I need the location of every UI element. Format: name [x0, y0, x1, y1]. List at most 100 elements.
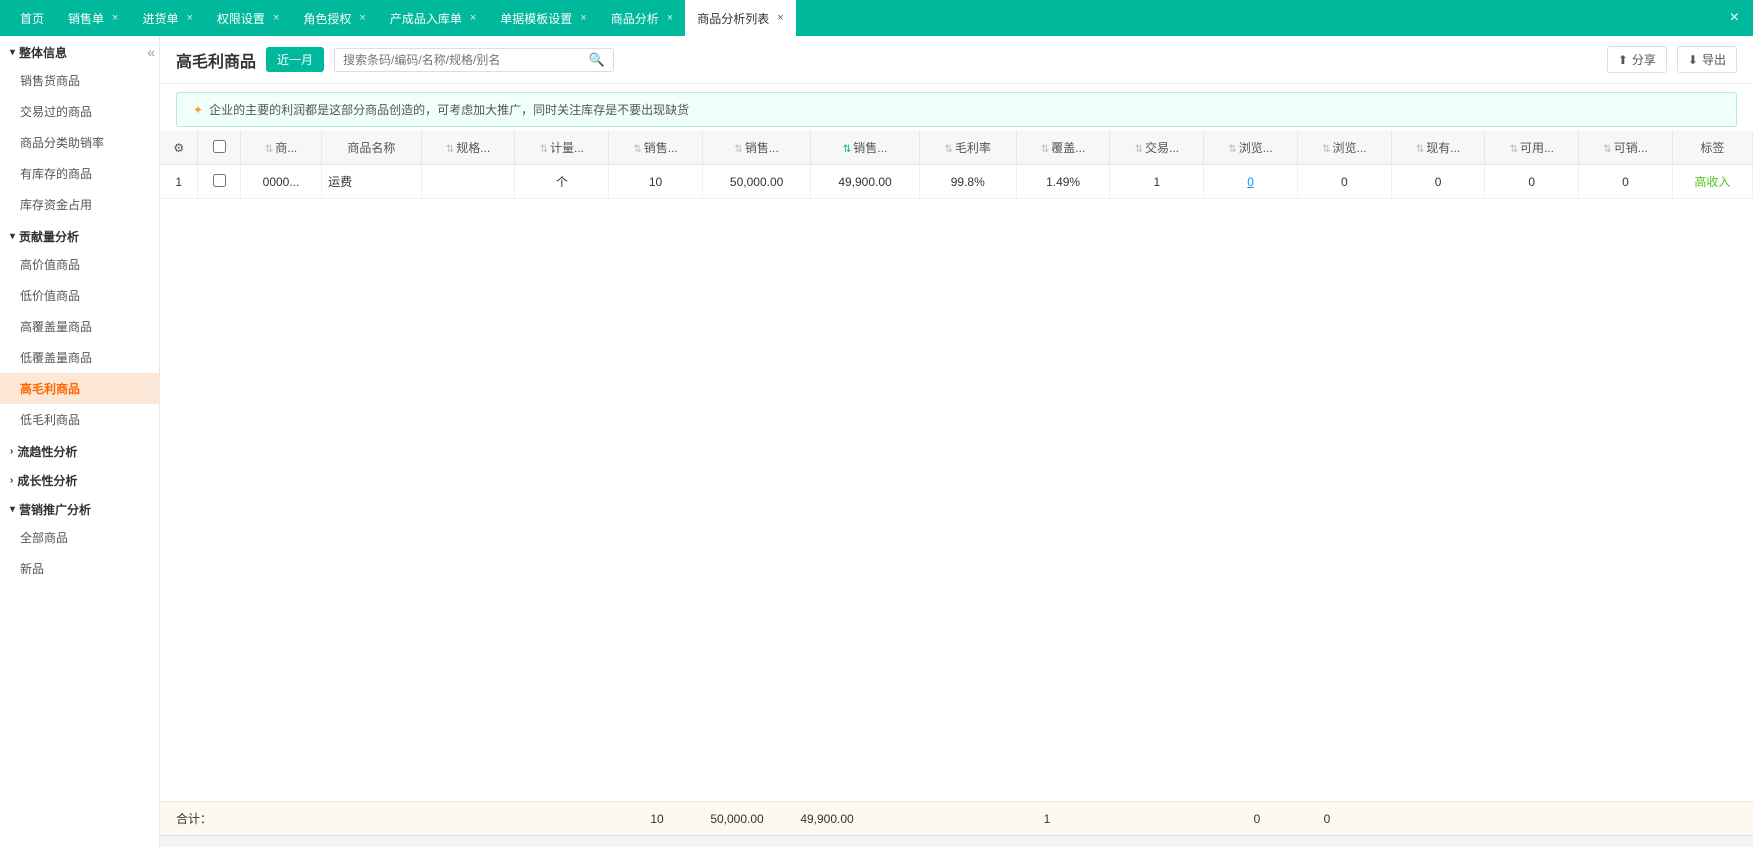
- nav-product-instock[interactable]: 产成品入库单 ×: [378, 0, 488, 36]
- info-bar: ✦ 企业的主要的利润都是这部分商品创造的，可考虑加大推广，同时关注库存是不要出现…: [176, 92, 1737, 127]
- bottom-scrollbar[interactable]: [160, 835, 1753, 847]
- nav-sales-close[interactable]: ×: [112, 12, 118, 24]
- col-browse2[interactable]: ⇅浏览...: [1297, 131, 1391, 165]
- nav-sales[interactable]: 销售单 ×: [56, 0, 130, 36]
- arrow-icon-2: ▾: [10, 231, 15, 242]
- cell-unit: 个: [515, 165, 609, 199]
- nav-home[interactable]: 首页: [8, 0, 56, 36]
- col-unit[interactable]: ⇅计量...: [515, 131, 609, 165]
- cell-name: 运费: [322, 165, 422, 199]
- filter-recent-month[interactable]: 近一月: [266, 47, 324, 72]
- sidebar-item-sales-goods[interactable]: 销售货商品: [0, 65, 159, 96]
- cell-spec: [421, 165, 515, 199]
- footer-trade: 1: [1012, 812, 1082, 826]
- col-trade[interactable]: ⇅交易...: [1110, 131, 1204, 165]
- cell-browse2: 0: [1297, 165, 1391, 199]
- nav-purchase-close[interactable]: ×: [186, 12, 192, 24]
- nav-permission[interactable]: 权限设置 ×: [205, 0, 291, 36]
- col-available[interactable]: ⇅可用...: [1485, 131, 1579, 165]
- footer-sales2: 50,000.00: [692, 812, 782, 826]
- col-gross-rate[interactable]: ⇅毛利率: [919, 131, 1016, 165]
- arrow-icon-3: ›: [10, 446, 13, 457]
- search-input[interactable]: [343, 53, 583, 67]
- footer-total: 合计： 10 50,000.00 49,900.00 1 0 0: [160, 801, 1753, 835]
- col-tag[interactable]: 标签: [1672, 131, 1752, 165]
- cell-current: 0: [1391, 165, 1485, 199]
- nav-template[interactable]: 单据模板设置 ×: [488, 0, 598, 36]
- col-checkbox[interactable]: [198, 131, 240, 165]
- sidebar-group-growth[interactable]: › 成长性分析: [0, 464, 159, 493]
- arrow-icon-5: ▾: [10, 504, 15, 515]
- sidebar-collapse-btn[interactable]: «: [147, 44, 155, 60]
- cell-tag: 高收入: [1672, 165, 1752, 199]
- cell-gross-rate: 99.8%: [919, 165, 1016, 199]
- select-all-checkbox[interactable]: [213, 140, 226, 153]
- footer-current: 0: [1222, 812, 1292, 826]
- page-title: 高毛利商品: [176, 48, 256, 72]
- sidebar-group-trend[interactable]: › 流趋性分析: [0, 435, 159, 464]
- sidebar-item-low-value[interactable]: 低价值商品: [0, 280, 159, 311]
- export-button[interactable]: ⬇ 导出: [1677, 46, 1737, 73]
- row-checkbox[interactable]: [213, 174, 226, 187]
- sidebar-item-low-coverage[interactable]: 低覆盖量商品: [0, 342, 159, 373]
- col-browse1[interactable]: ⇅浏览...: [1204, 131, 1298, 165]
- nav-purchase[interactable]: 进货单 ×: [130, 0, 204, 36]
- main-content: 高毛利商品 近一月 🔍 ⬆ 分享 ⬇ 导出 ✦ 企业的主要的利润都是这部分商品创…: [160, 36, 1753, 847]
- nav-product-instock-close[interactable]: ×: [470, 12, 476, 24]
- col-sales3[interactable]: ⇅销售...: [811, 131, 919, 165]
- sidebar-item-high-coverage[interactable]: 高覆盖量商品: [0, 311, 159, 342]
- share-button[interactable]: ⬆ 分享: [1607, 46, 1667, 73]
- share-icon: ⬆: [1618, 53, 1628, 67]
- cell-checkbox[interactable]: [198, 165, 240, 199]
- cell-browse1[interactable]: 0: [1204, 165, 1298, 199]
- search-box: 🔍: [334, 48, 614, 72]
- col-name[interactable]: 商品名称: [322, 131, 422, 165]
- col-spec[interactable]: ⇅规格...: [421, 131, 515, 165]
- nav-permission-close[interactable]: ×: [273, 12, 279, 24]
- export-icon: ⬇: [1688, 53, 1698, 67]
- sidebar-group-overall[interactable]: ▾ 整体信息: [0, 36, 159, 65]
- sidebar-item-high-value[interactable]: 高价值商品: [0, 249, 159, 280]
- top-navigation: 首页 销售单 × 进货单 × 权限设置 × 角色授权 × 产成品入库单 × 单据…: [0, 0, 1753, 36]
- cell-saleable: 0: [1579, 165, 1673, 199]
- data-table-container[interactable]: ⚙ ⇅商... 商品名称 ⇅规格... ⇅计量... ⇅销售... ⇅销售...…: [160, 131, 1753, 801]
- sidebar-item-all-goods[interactable]: 全部商品: [0, 522, 159, 553]
- col-settings[interactable]: ⚙: [160, 131, 198, 165]
- cell-trade: 1: [1110, 165, 1204, 199]
- sidebar-item-category-rate[interactable]: 商品分类助销率: [0, 127, 159, 158]
- table-row: 1 0000... 运费 个 10 50,000.00 49,900.00 99…: [160, 165, 1753, 199]
- nav-goods-analysis-close[interactable]: ×: [667, 12, 673, 24]
- nav-goods-analysis-list-close[interactable]: ×: [777, 12, 783, 24]
- nav-role[interactable]: 角色授权 ×: [291, 0, 377, 36]
- nav-goods-analysis-list[interactable]: 商品分析列表 ×: [685, 0, 795, 36]
- sidebar-item-stock-capital[interactable]: 库存资金占用: [0, 189, 159, 220]
- cell-sales2: 50,000.00: [702, 165, 810, 199]
- cell-sales3: 49,900.00: [811, 165, 919, 199]
- col-saleable[interactable]: ⇅可销...: [1579, 131, 1673, 165]
- sidebar-group-contribution[interactable]: ▾ 贡献量分析: [0, 220, 159, 249]
- cell-code: 0000...: [240, 165, 321, 199]
- sidebar-item-traded-goods[interactable]: 交易过的商品: [0, 96, 159, 127]
- nav-template-close[interactable]: ×: [580, 12, 586, 24]
- sidebar: « ▾ 整体信息 销售货商品 交易过的商品 商品分类助销率 有库存的商品 库存资…: [0, 36, 160, 847]
- search-icon[interactable]: 🔍: [589, 52, 605, 68]
- cell-index: 1: [160, 165, 198, 199]
- col-code[interactable]: ⇅商...: [240, 131, 321, 165]
- sidebar-item-stock-goods[interactable]: 有库存的商品: [0, 158, 159, 189]
- sidebar-group-marketing[interactable]: ▾ 营销推广分析: [0, 493, 159, 522]
- footer-label: 合计：: [176, 810, 212, 827]
- nav-role-close[interactable]: ×: [359, 12, 365, 24]
- col-coverage[interactable]: ⇅覆盖...: [1016, 131, 1110, 165]
- col-sales1[interactable]: ⇅销售...: [609, 131, 703, 165]
- content-header: 高毛利商品 近一月 🔍 ⬆ 分享 ⬇ 导出: [160, 36, 1753, 84]
- col-current[interactable]: ⇅现有...: [1391, 131, 1485, 165]
- sidebar-item-new-goods[interactable]: 新品: [0, 553, 159, 584]
- window-close-btn[interactable]: ×: [1724, 9, 1745, 27]
- cell-coverage: 1.49%: [1016, 165, 1110, 199]
- nav-goods-analysis[interactable]: 商品分析 ×: [599, 0, 685, 36]
- arrow-icon-4: ›: [10, 475, 13, 486]
- sidebar-item-high-margin[interactable]: 高毛利商品: [0, 373, 159, 404]
- footer-available: 0: [1292, 812, 1362, 826]
- col-sales2[interactable]: ⇅销售...: [702, 131, 810, 165]
- sidebar-item-low-margin[interactable]: 低毛利商品: [0, 404, 159, 435]
